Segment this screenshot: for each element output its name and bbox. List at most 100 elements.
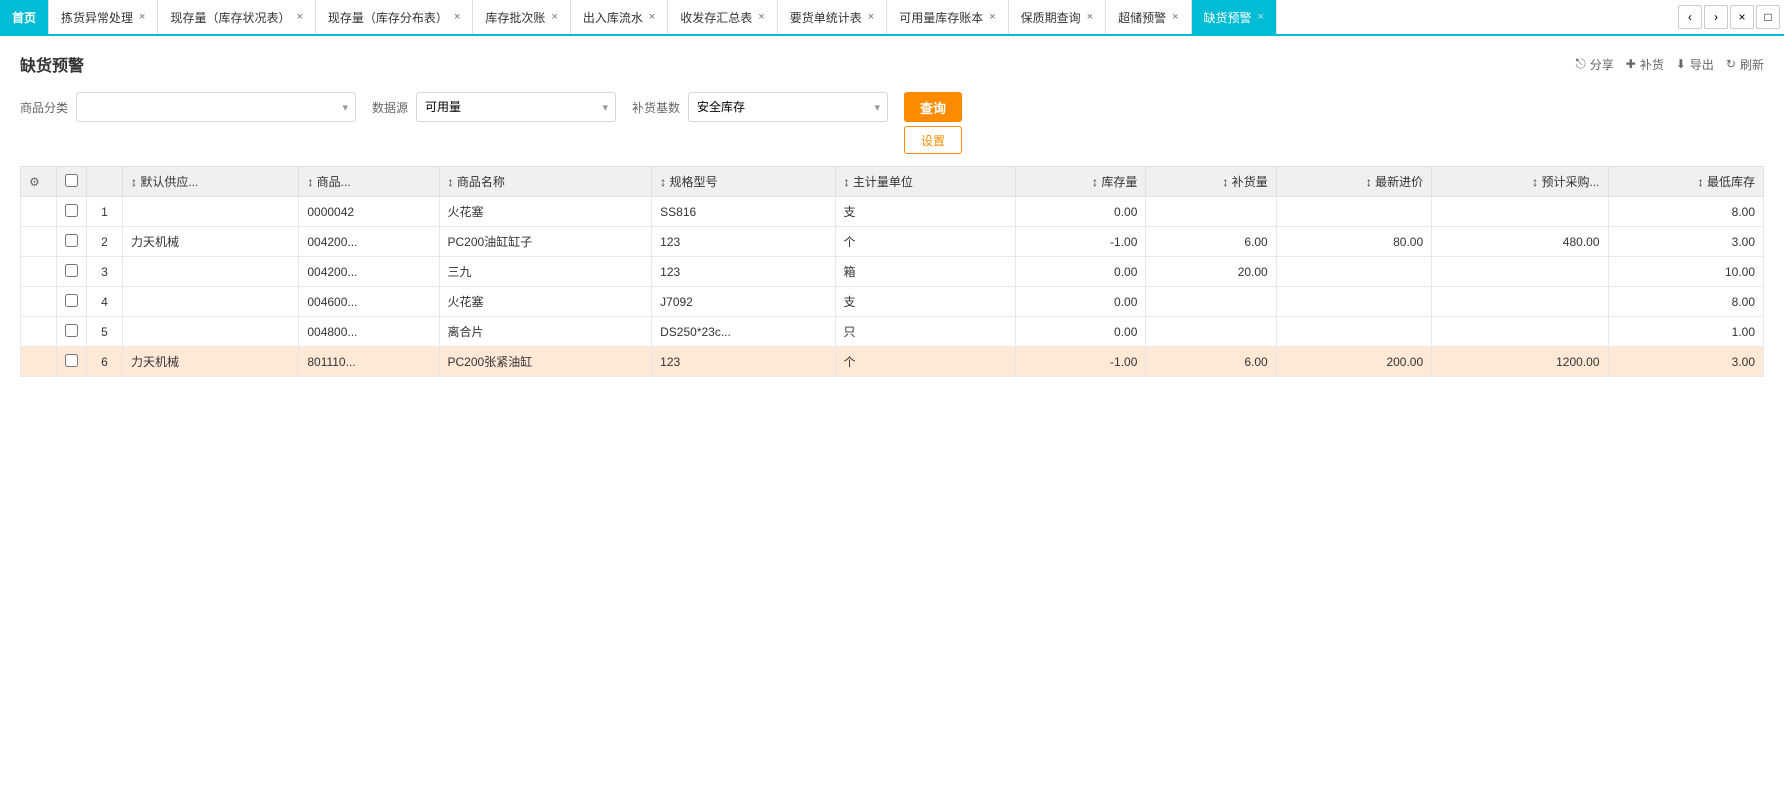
tab-close-icon-10[interactable]: ×: [1172, 11, 1178, 23]
tab-close-icon-9[interactable]: ×: [1087, 11, 1093, 23]
datasource-label: 数据源: [372, 99, 408, 116]
th-unit-label: ↕ 主计量单位: [844, 175, 913, 189]
row-checkbox-3[interactable]: [65, 294, 78, 307]
cell-unit-2: 箱: [835, 257, 1016, 287]
select-all-checkbox[interactable]: [65, 174, 78, 187]
row-checkbox-2[interactable]: [65, 264, 78, 277]
cell-check-0[interactable]: [57, 197, 87, 227]
cell-check-5[interactable]: [57, 347, 87, 377]
nav-tab-7[interactable]: 要货单统计表×: [778, 0, 887, 35]
nav-tab-9[interactable]: 保质期查询×: [1009, 0, 1106, 35]
nav-tab-10[interactable]: 超储预警×: [1106, 0, 1191, 35]
nav-tab-4[interactable]: 库存批次账×: [473, 0, 570, 35]
cell-check-1[interactable]: [57, 227, 87, 257]
tab-close-icon-7[interactable]: ×: [868, 11, 874, 23]
category-label: 商品分类: [20, 99, 68, 116]
nav-tab-3[interactable]: 现存量（库存分布表）×: [316, 0, 473, 35]
nav-tab-2[interactable]: 现存量（库存状况表）×: [158, 0, 315, 35]
nav-tab-5[interactable]: 出入库流水×: [571, 0, 668, 35]
tab-close-icon-6[interactable]: ×: [758, 11, 764, 23]
cell-estimated-3: [1432, 287, 1608, 317]
tab-close-icon-4[interactable]: ×: [551, 11, 557, 23]
th-product-name[interactable]: ↕ 商品名称: [439, 167, 652, 197]
cell-unit-4: 只: [835, 317, 1016, 347]
nav-tab-6[interactable]: 收发存汇总表×: [668, 0, 777, 35]
cell-spec-0: SS816: [652, 197, 835, 227]
th-product-code[interactable]: ↕ 商品...: [299, 167, 439, 197]
tab-close-icon-3[interactable]: ×: [454, 11, 460, 23]
row-checkbox-1[interactable]: [65, 234, 78, 247]
query-button[interactable]: 查询: [904, 92, 962, 122]
refresh-button[interactable]: ↻ 刷新: [1726, 56, 1764, 73]
row-checkbox-0[interactable]: [65, 204, 78, 217]
tab-close-icon-8[interactable]: ×: [989, 11, 995, 23]
restock-basis-label: 补货基数: [632, 99, 680, 116]
cell-code-5: 801110...: [299, 347, 439, 377]
cell-check-3[interactable]: [57, 287, 87, 317]
nav-tab-8[interactable]: 可用量库存账本×: [887, 0, 1008, 35]
cell-stock-5: -1.00: [1016, 347, 1146, 377]
cell-stock-4: 0.00: [1016, 317, 1146, 347]
cell-spec-4: DS250*23c...: [652, 317, 835, 347]
export-button[interactable]: ⬇ 导出: [1676, 56, 1714, 73]
settings-button[interactable]: 设置: [904, 126, 962, 154]
cell-estimated-1: 480.00: [1432, 227, 1608, 257]
cell-index-4: 5: [87, 317, 123, 347]
th-estimated-purchase[interactable]: ↕ 预计采购...: [1432, 167, 1608, 197]
th-unit[interactable]: ↕ 主计量单位: [835, 167, 1016, 197]
th-default-supplier[interactable]: ↕ 默认供应...: [123, 167, 299, 197]
nav-next-btn[interactable]: ›: [1704, 5, 1728, 29]
refresh-icon: ↻: [1726, 57, 1736, 71]
tab-close-icon-1[interactable]: ×: [139, 11, 145, 23]
nav-close-btn[interactable]: ×: [1730, 5, 1754, 29]
cell-estimated-2: [1432, 257, 1608, 287]
nav-tab-0[interactable]: 首页: [0, 0, 49, 35]
row-checkbox-4[interactable]: [65, 324, 78, 337]
th-estimated-purchase-label: ↕ 预计采购...: [1532, 175, 1599, 189]
restock-basis-filter-group: 补货基数 安全库存 ▾: [632, 92, 888, 122]
nav-maximize-btn[interactable]: □: [1756, 5, 1780, 29]
tab-close-icon-11[interactable]: ×: [1258, 11, 1264, 23]
tab-close-icon-5[interactable]: ×: [649, 11, 655, 23]
th-spec[interactable]: ↕ 规格型号: [652, 167, 835, 197]
cell-estimated-5: 1200.00: [1432, 347, 1608, 377]
share-button[interactable]: ⎋ 分享: [1575, 56, 1613, 73]
cell-supplier-4: [123, 317, 299, 347]
tab-close-icon-2[interactable]: ×: [296, 11, 302, 23]
filter-bar: 商品分类 ▾ 数据源 可用量 ▾ 补货基数 安全库存: [20, 92, 1764, 154]
cell-index-3: 4: [87, 287, 123, 317]
cell-restock-0: [1146, 197, 1276, 227]
cell-code-0: 0000042: [299, 197, 439, 227]
row-checkbox-5[interactable]: [65, 354, 78, 367]
restock-button[interactable]: ✚ 补货: [1626, 56, 1664, 73]
table-header-row: ⚙ ↕ 默认供应... ↕ 商品... ↕ 商品名称: [21, 167, 1764, 197]
datasource-select[interactable]: 可用量: [416, 92, 616, 122]
restock-basis-select[interactable]: 安全库存: [688, 92, 888, 122]
th-stock[interactable]: ↕ 库存量: [1016, 167, 1146, 197]
category-select-wrapper: ▾: [76, 92, 356, 122]
nav-prev-btn[interactable]: ‹: [1678, 5, 1702, 29]
th-min-stock[interactable]: ↕ 最低库存: [1608, 167, 1764, 197]
th-restock-qty[interactable]: ↕ 补货量: [1146, 167, 1276, 197]
restock-icon: ✚: [1626, 57, 1636, 71]
cell-name-5: PC200张紧油缸: [439, 347, 652, 377]
th-latest-price[interactable]: ↕ 最新进价: [1276, 167, 1431, 197]
nav-tab-11[interactable]: 缺货预警×: [1192, 0, 1277, 35]
cell-action-5: [21, 347, 57, 377]
cell-supplier-0: [123, 197, 299, 227]
category-select[interactable]: [76, 92, 356, 122]
gear-icon[interactable]: ⚙: [29, 175, 40, 189]
th-settings[interactable]: ⚙: [21, 167, 57, 197]
th-spec-label: ↕ 规格型号: [660, 175, 717, 189]
share-icon: ⎋: [1575, 56, 1585, 72]
cell-check-2[interactable]: [57, 257, 87, 287]
nav-tab-1[interactable]: 拣货异常处理×: [49, 0, 158, 35]
cell-name-3: 火花塞: [439, 287, 652, 317]
export-icon: ⬇: [1676, 57, 1686, 71]
cell-unit-3: 支: [835, 287, 1016, 317]
table-row: 10000042火花塞SS816支0.008.00: [21, 197, 1764, 227]
cell-action-4: [21, 317, 57, 347]
cell-check-4[interactable]: [57, 317, 87, 347]
table-row: 6力天机械801110...PC200张紧油缸123个-1.006.00200.…: [21, 347, 1764, 377]
cell-restock-2: 20.00: [1146, 257, 1276, 287]
